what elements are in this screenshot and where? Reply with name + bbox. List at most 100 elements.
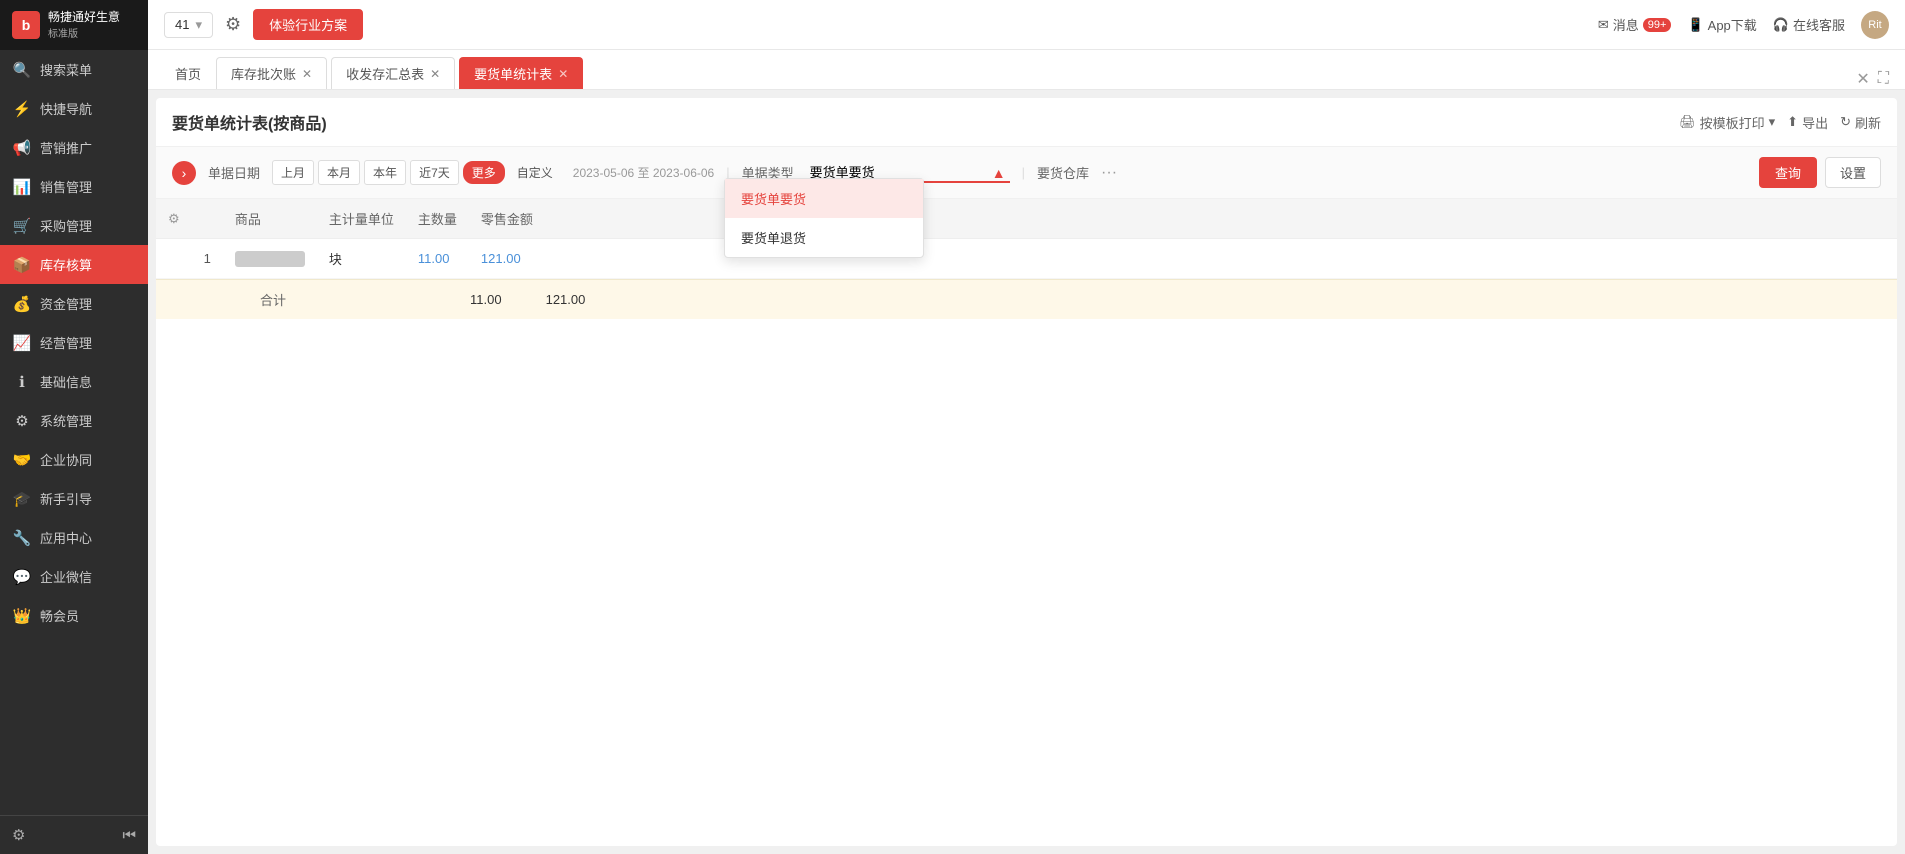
- table-col-amount: 零售金额: [469, 199, 545, 239]
- tab-close-icon[interactable]: ✕: [430, 67, 440, 81]
- sidebar-item-label: 营销推广: [40, 138, 92, 157]
- print-icon: 🖨: [1679, 114, 1696, 130]
- sidebar-item-icon: 🔍: [12, 61, 32, 79]
- sidebar-item-icon: 🤝: [12, 451, 32, 469]
- date-this-year-btn[interactable]: 本年: [364, 160, 406, 185]
- sidebar-item-icon: ℹ: [12, 373, 32, 391]
- sidebar-item-label: 库存核算: [40, 255, 92, 274]
- messages-badge: 99+: [1643, 18, 1672, 32]
- filter-bar: › 单据日期 上月 本月 本年 近7天 更多 自定义 2023-05-06 至 …: [156, 147, 1897, 199]
- tab-要货单统计表[interactable]: 要货单统计表 ✕: [459, 57, 583, 89]
- tab-maximize-icon[interactable]: ⛶: [1878, 70, 1889, 88]
- sidebar-item-快捷导航[interactable]: ⚡快捷导航: [0, 89, 148, 128]
- footer-quantity: 11.00: [458, 292, 514, 307]
- tab-close-icon[interactable]: ✕: [558, 67, 568, 81]
- logo-sub: 标准版: [48, 25, 120, 40]
- table-col-num: [192, 199, 223, 239]
- table-head: ⚙ 商品 主计量单位 主数量 零售金额: [156, 199, 1897, 239]
- refresh-label: 刷新: [1855, 113, 1881, 132]
- sidebar-item-label: 畅会员: [40, 606, 79, 625]
- table-footer: 合计 11.00 121.00: [156, 279, 1897, 319]
- sidebar-item-icon: 💬: [12, 568, 32, 586]
- sidebar-item-label: 企业协同: [40, 450, 92, 469]
- tab-label: 要货单统计表: [474, 64, 552, 83]
- tab-close-icon[interactable]: ✕: [302, 67, 312, 81]
- sidebar-item-icon: 💰: [12, 295, 32, 313]
- table-col-settings[interactable]: ⚙: [156, 199, 192, 239]
- app-logo: b 畅捷通好生意 标准版: [0, 0, 148, 50]
- warehouse-more-icon[interactable]: ···: [1101, 164, 1117, 182]
- date-last-month-btn[interactable]: 上月: [272, 160, 314, 185]
- sidebar: b 畅捷通好生意 标准版 🔍 搜索菜单 ⚡快捷导航📢营销推广📊销售管理🛒采购管理📦库…: [0, 0, 148, 854]
- tab-收发存汇总表[interactable]: 收发存汇总表✕: [331, 57, 455, 89]
- sidebar-item-label: 经营管理: [40, 333, 92, 352]
- sidebar-item-label: 新手引导: [40, 489, 92, 508]
- export-label: 导出: [1802, 113, 1828, 132]
- refresh-icon: ↻: [1840, 114, 1851, 130]
- sidebar-item-系统管理[interactable]: ⚙系统管理: [0, 401, 148, 440]
- messages-action[interactable]: ✉ 消息 99+: [1598, 15, 1672, 34]
- date-range-display: 2023-05-06 至 2023-06-06: [573, 164, 714, 181]
- sidebar-item-搜索菜单[interactable]: 🔍 搜索菜单: [0, 50, 148, 89]
- sidebar-item-经营管理[interactable]: 📈经营管理: [0, 323, 148, 362]
- sidebar-item-基础信息[interactable]: ℹ 基础信息: [0, 362, 148, 401]
- data-table: ⚙ 商品 主计量单位 主数量 零售金额 1 ██████ 块 11.00 121…: [156, 199, 1897, 279]
- date-last7-btn[interactable]: 近7天: [410, 160, 459, 185]
- row-quantity: 11.00: [406, 239, 469, 279]
- trial-button[interactable]: 体验行业方案: [253, 9, 363, 40]
- online-service-action[interactable]: 🎧 在线客服: [1773, 15, 1845, 34]
- dropdown-item-1[interactable]: 要货单退货: [725, 218, 923, 257]
- print-arrow-icon: ▾: [1769, 114, 1776, 130]
- sidebar-item-企业微信[interactable]: 💬企业微信: [0, 557, 148, 596]
- sidebar-item-企业协同[interactable]: 🤝 企业协同: [0, 440, 148, 479]
- date-filter-label: 单据日期: [208, 163, 260, 182]
- sidebar-bottom: ⚙ ⏮: [0, 815, 148, 854]
- store-num: 41: [175, 17, 189, 32]
- type-filter-arrow[interactable]: ▲: [992, 165, 1006, 181]
- sidebar-item-新手引导[interactable]: 🎓 新手引导: [0, 479, 148, 518]
- sidebar-item-label: 基础信息: [40, 372, 92, 391]
- dropdown-item-0[interactable]: 要货单要货: [725, 179, 923, 218]
- filter-expand-btn[interactable]: ›: [172, 161, 196, 185]
- sidebar-item-营销推广[interactable]: 📢营销推广: [0, 128, 148, 167]
- tab-库存批次账[interactable]: 库存批次账 ✕: [216, 57, 327, 89]
- sidebar-item-采购管理[interactable]: 🛒采购管理: [0, 206, 148, 245]
- date-this-month-btn[interactable]: 本月: [318, 160, 360, 185]
- tab-label: 库存批次账: [231, 64, 296, 83]
- messages-label: 消息: [1613, 15, 1639, 34]
- user-avatar[interactable]: Rit: [1861, 11, 1889, 39]
- query-button[interactable]: 查询: [1759, 157, 1817, 188]
- sidebar-item-库存核算[interactable]: 📦库存核算: [0, 245, 148, 284]
- set-button[interactable]: 设置: [1825, 157, 1881, 188]
- sidebar-item-资金管理[interactable]: 💰资金管理: [0, 284, 148, 323]
- table-container: ⚙ 商品 主计量单位 主数量 零售金额 1 ██████ 块 11.00 121…: [156, 199, 1897, 279]
- sidebar-item-icon: 🛒: [12, 217, 32, 235]
- sidebar-item-label: 搜索菜单: [40, 60, 92, 79]
- row-amount: 121.00: [469, 239, 545, 279]
- refresh-action[interactable]: ↻ 刷新: [1840, 113, 1881, 132]
- tab-close-all-icon[interactable]: ✕: [1856, 69, 1869, 89]
- sidebar-collapse-icon[interactable]: ⏮: [122, 827, 136, 844]
- store-selector[interactable]: 41 ▾: [164, 12, 213, 38]
- online-service-label: 在线客服: [1793, 15, 1845, 34]
- app-download-label: App下载: [1708, 15, 1757, 34]
- date-more-btn[interactable]: 更多: [463, 161, 505, 184]
- sidebar-item-畅会员[interactable]: 👑畅会员: [0, 596, 148, 635]
- topbar-settings-icon[interactable]: ⚙: [225, 14, 241, 35]
- app-download-action[interactable]: 📱 App下载: [1687, 15, 1756, 34]
- sidebar-settings-icon[interactable]: ⚙: [12, 826, 25, 844]
- sidebar-item-icon: ⚡: [12, 100, 32, 118]
- sidebar-item-应用中心[interactable]: 🔧应用中心: [0, 518, 148, 557]
- date-filter-group: 上月 本月 本年 近7天 更多 自定义: [272, 160, 561, 185]
- quantity-link[interactable]: 11.00: [418, 251, 450, 266]
- print-template-action[interactable]: 🖨 按模板打印 ▾: [1679, 113, 1775, 132]
- date-custom-btn[interactable]: 自定义: [509, 161, 561, 184]
- main-content: 41 ▾ ⚙ 体验行业方案 ✉ 消息 99+ 📱 App下载 🎧 在线客服 Ri…: [148, 0, 1905, 854]
- tabs-bar: 首页 库存批次账✕收发存汇总表✕要货单统计表✕ ✕ ⛶: [148, 50, 1905, 90]
- tab-home[interactable]: 首页: [164, 57, 212, 89]
- export-action[interactable]: ⬆ 导出: [1787, 113, 1828, 132]
- sidebar-item-销售管理[interactable]: 📊销售管理: [0, 167, 148, 206]
- sidebar-item-icon: 🎓: [12, 490, 32, 508]
- page-header: 要货单统计表(按商品) 🖨 按模板打印 ▾ ⬆ 导出 ↻ 刷新: [156, 98, 1897, 147]
- amount-link[interactable]: 121.00: [481, 251, 521, 266]
